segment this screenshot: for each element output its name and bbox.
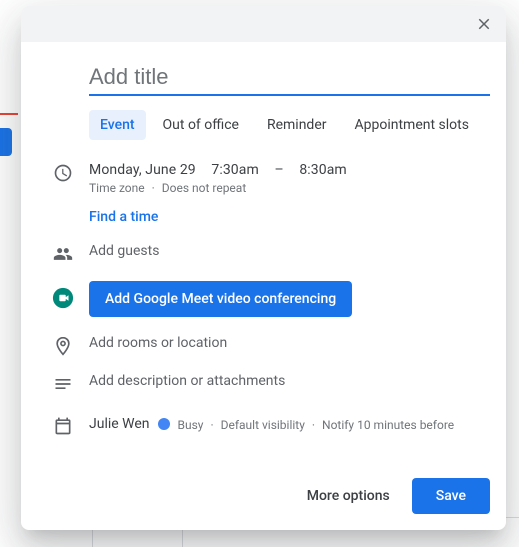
create-event-dialog: Event Out of office Reminder Appointment…	[21, 6, 506, 530]
location-icon	[37, 335, 89, 356]
people-icon	[37, 243, 89, 264]
timezone-label[interactable]: Time zone	[89, 181, 145, 195]
start-time: 7:30am	[211, 162, 259, 178]
title-input[interactable]	[89, 58, 490, 96]
find-a-time-link[interactable]: Find a time	[89, 209, 158, 225]
dialog-header	[21, 6, 506, 42]
calendar-icon	[37, 415, 89, 436]
calendar-settings-line[interactable]: Busy · Default visibility · Notify 10 mi…	[178, 418, 455, 432]
dialog-footer: More options Save	[21, 464, 506, 530]
tab-appointment-slots[interactable]: Appointment slots	[344, 110, 480, 140]
end-time: 8:30am	[299, 162, 347, 178]
add-meet-button[interactable]: Add Google Meet video conferencing	[89, 281, 352, 317]
description-icon	[37, 373, 89, 394]
event-chip-partial	[0, 128, 12, 156]
add-guests-field[interactable]: Add guests	[89, 243, 490, 259]
calendar-color-dot	[158, 418, 170, 430]
save-button[interactable]: Save	[412, 478, 490, 514]
add-location-field[interactable]: Add rooms or location	[89, 335, 490, 351]
tab-out-of-office[interactable]: Out of office	[152, 110, 250, 140]
close-button[interactable]	[472, 12, 496, 36]
tab-reminder[interactable]: Reminder	[256, 110, 338, 140]
more-options-button[interactable]: More options	[301, 480, 396, 512]
now-indicator	[0, 113, 18, 115]
repeat-label[interactable]: Does not repeat	[162, 181, 247, 195]
busy-label: Busy	[178, 418, 204, 432]
event-type-tabs: Event Out of office Reminder Appointment…	[37, 110, 490, 140]
clock-icon	[37, 162, 89, 183]
meet-icon	[37, 281, 89, 309]
notify-label: Notify 10 minutes before	[322, 418, 454, 432]
time-separator: –	[274, 162, 283, 178]
visibility-label: Default visibility	[221, 418, 305, 432]
event-date: Monday, June 29	[89, 162, 196, 178]
tab-event[interactable]: Event	[89, 110, 146, 140]
datetime-subline: Time zone · Does not repeat	[89, 181, 490, 195]
calendar-owner[interactable]: Julie Wen	[89, 416, 150, 432]
add-description-field[interactable]: Add description or attachments	[89, 373, 490, 389]
datetime-summary[interactable]: Monday, June 29 7:30am – 8:30am	[89, 162, 490, 178]
